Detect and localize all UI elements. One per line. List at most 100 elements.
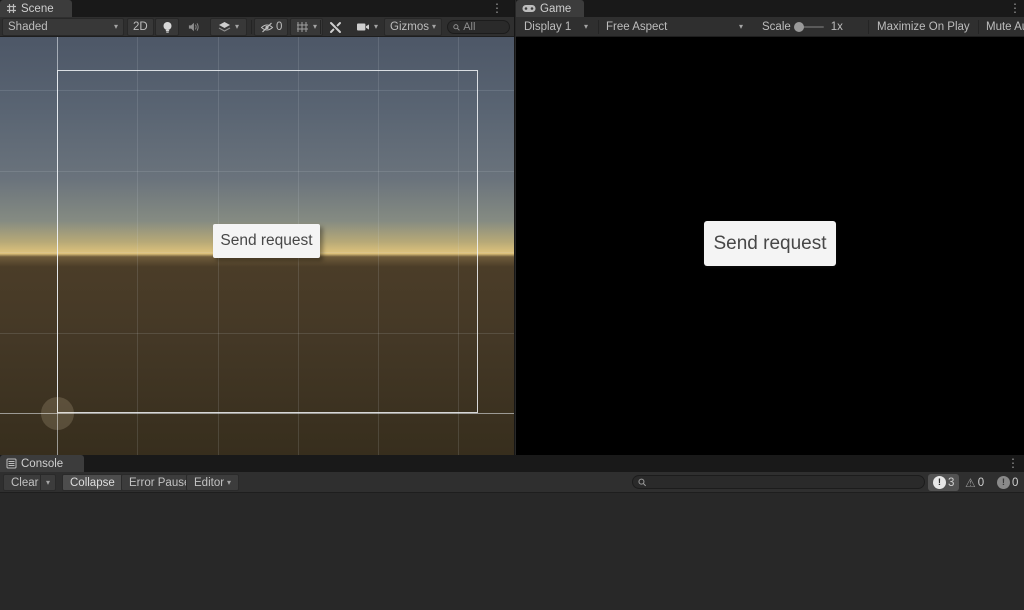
scene-tab-label: Scene xyxy=(21,2,54,15)
error-filter-badge[interactable]: ! 0 xyxy=(992,474,1023,491)
search-icon xyxy=(638,478,647,486)
camera-icon xyxy=(357,23,369,31)
display-dropdown[interactable]: Display 1 ▾ xyxy=(518,18,594,36)
scene-grid-icon xyxy=(7,4,16,13)
eye-hidden-icon xyxy=(260,22,274,32)
scale-control: Scale 1x xyxy=(756,18,849,36)
shading-mode-label: Shaded xyxy=(8,21,48,33)
warning-filter-badge[interactable]: ⚠ 0 xyxy=(960,474,989,491)
search-icon xyxy=(453,23,460,31)
chevron-down-icon: ▾ xyxy=(583,22,588,31)
console-search-box[interactable] xyxy=(632,475,925,489)
hidden-count-label: 0 xyxy=(276,21,283,33)
warning-count: 0 xyxy=(977,476,985,489)
scene-tabbar: Scene ⋮ xyxy=(0,0,514,17)
chevron-down-icon: ▾ xyxy=(738,22,743,31)
hidden-objects-toggle[interactable]: 0 xyxy=(254,18,289,36)
mute-audio-label: Mute Audio xyxy=(986,21,1024,33)
aspect-label: Free Aspect xyxy=(606,21,668,33)
mute-audio-toggle[interactable]: Mute Audio xyxy=(980,18,1024,36)
lightbulb-icon xyxy=(163,21,171,33)
game-send-request-label: Send request xyxy=(713,232,827,254)
game-viewport[interactable]: Send request xyxy=(516,37,1024,455)
scale-slider-knob[interactable] xyxy=(793,22,804,32)
editor-label: Editor xyxy=(194,476,225,489)
toolbar-separator xyxy=(251,20,252,34)
console-panel-menu-icon[interactable]: ⋮ xyxy=(1006,456,1020,471)
info-icon: ! xyxy=(933,476,946,489)
toolbar-separator xyxy=(978,20,979,34)
scene-panel: Scene ⋮ Shaded ▾ 2D ▾ 0 ▾ ▾ Gizmos ▾ All… xyxy=(0,0,515,455)
grid-axes-icon xyxy=(297,22,308,32)
origin-handle-circle[interactable] xyxy=(41,397,74,430)
shading-mode-dropdown[interactable]: Shaded ▾ xyxy=(2,18,124,36)
maximize-on-play-label: Maximize On Play xyxy=(877,21,970,33)
info-filter-badge[interactable]: ! 3 xyxy=(928,474,960,491)
tab-console[interactable]: Console xyxy=(0,455,84,472)
chevron-down-icon: ▾ xyxy=(431,22,436,31)
clear-dropdown-button[interactable]: ▾ xyxy=(40,474,56,491)
scene-search-input[interactable] xyxy=(463,21,504,33)
console-search-input[interactable] xyxy=(649,476,919,488)
scene-effects-dropdown[interactable]: ▾ xyxy=(210,18,247,36)
error-count: 0 xyxy=(1012,476,1019,489)
2d-toggle-button[interactable]: 2D xyxy=(127,18,154,36)
scene-camera-dropdown[interactable]: ▾ xyxy=(350,18,384,36)
clear-label: Clear xyxy=(11,476,39,489)
wrench-icon xyxy=(329,21,341,33)
scene-viewport[interactable]: Send request xyxy=(0,37,514,455)
aspect-ratio-dropdown[interactable]: Free Aspect ▾ xyxy=(600,18,749,36)
scene-toolbar: Shaded ▾ 2D ▾ 0 ▾ ▾ Gizmos ▾ All xyxy=(0,17,514,37)
tab-scene[interactable]: Scene xyxy=(0,0,72,17)
collapse-toggle[interactable]: Collapse xyxy=(62,474,123,491)
scale-value: 1x xyxy=(830,21,843,33)
canvas-edge-line xyxy=(0,413,514,414)
error-pause-label: Error Pause xyxy=(129,476,191,489)
chevron-down-icon: ▾ xyxy=(234,22,239,31)
scene-grid-dropdown[interactable]: ▾ xyxy=(290,18,324,36)
display-label: Display 1 xyxy=(524,21,572,33)
toolbar-separator xyxy=(320,20,321,34)
chevron-down-icon: ▾ xyxy=(45,477,50,487)
chevron-down-icon: ▾ xyxy=(227,477,232,487)
error-icon: ! xyxy=(997,476,1010,489)
info-count: 3 xyxy=(948,476,955,489)
console-tab-label: Console xyxy=(21,457,64,470)
console-tabbar: Console ⋮ xyxy=(0,455,1024,472)
game-send-request-button[interactable]: Send request xyxy=(704,221,836,266)
gizmos-dropdown[interactable]: Gizmos ▾ xyxy=(384,18,442,36)
gizmos-label: Gizmos xyxy=(390,21,429,33)
game-tabbar: Game ⋮ xyxy=(516,0,1024,17)
scene-lighting-toggle[interactable] xyxy=(155,18,179,36)
editor-dropdown[interactable]: Editor ▾ xyxy=(186,474,240,491)
chevron-down-icon: ▾ xyxy=(313,22,318,31)
chevron-down-icon: ▾ xyxy=(374,22,379,31)
chevron-down-icon: ▾ xyxy=(113,22,118,31)
2d-label: 2D xyxy=(133,21,148,33)
warning-icon: ⚠ xyxy=(965,475,976,490)
game-toolbar: Display 1 ▾ Free Aspect ▾ Scale 1x Maxim… xyxy=(516,17,1024,37)
scale-label: Scale xyxy=(762,21,791,33)
console-lines-icon xyxy=(6,458,17,469)
game-panel: Game ⋮ Display 1 ▾ Free Aspect ▾ Scale 1… xyxy=(516,0,1024,455)
unity-editor-window: Scene ⋮ Shaded ▾ 2D ▾ 0 ▾ ▾ Gizmos ▾ All… xyxy=(0,0,1024,610)
speaker-icon xyxy=(188,22,199,32)
console-panel: Console ⋮ Clear ▾ Collapse Error Pause E… xyxy=(0,455,1024,610)
scene-audio-toggle[interactable] xyxy=(182,18,206,36)
scene-send-request-button[interactable]: Send request xyxy=(213,224,320,258)
game-tab-label: Game xyxy=(540,2,572,15)
scene-tools-button[interactable] xyxy=(322,18,348,36)
game-panel-menu-icon[interactable]: ⋮ xyxy=(1008,1,1022,16)
effects-layers-icon xyxy=(218,22,231,32)
scene-panel-menu-icon[interactable]: ⋮ xyxy=(490,1,504,16)
toolbar-separator xyxy=(868,20,869,34)
toolbar-separator xyxy=(598,20,599,34)
tab-game[interactable]: Game xyxy=(516,0,584,17)
collapse-label: Collapse xyxy=(70,476,115,489)
maximize-on-play-toggle[interactable]: Maximize On Play xyxy=(871,18,976,36)
console-toolbar: Clear ▾ Collapse Error Pause Editor ▾ ! … xyxy=(0,472,1024,493)
scene-send-request-label: Send request xyxy=(220,232,313,249)
scene-search-box[interactable] xyxy=(447,20,510,34)
gamepad-icon xyxy=(522,5,536,12)
scale-slider[interactable] xyxy=(793,22,824,32)
